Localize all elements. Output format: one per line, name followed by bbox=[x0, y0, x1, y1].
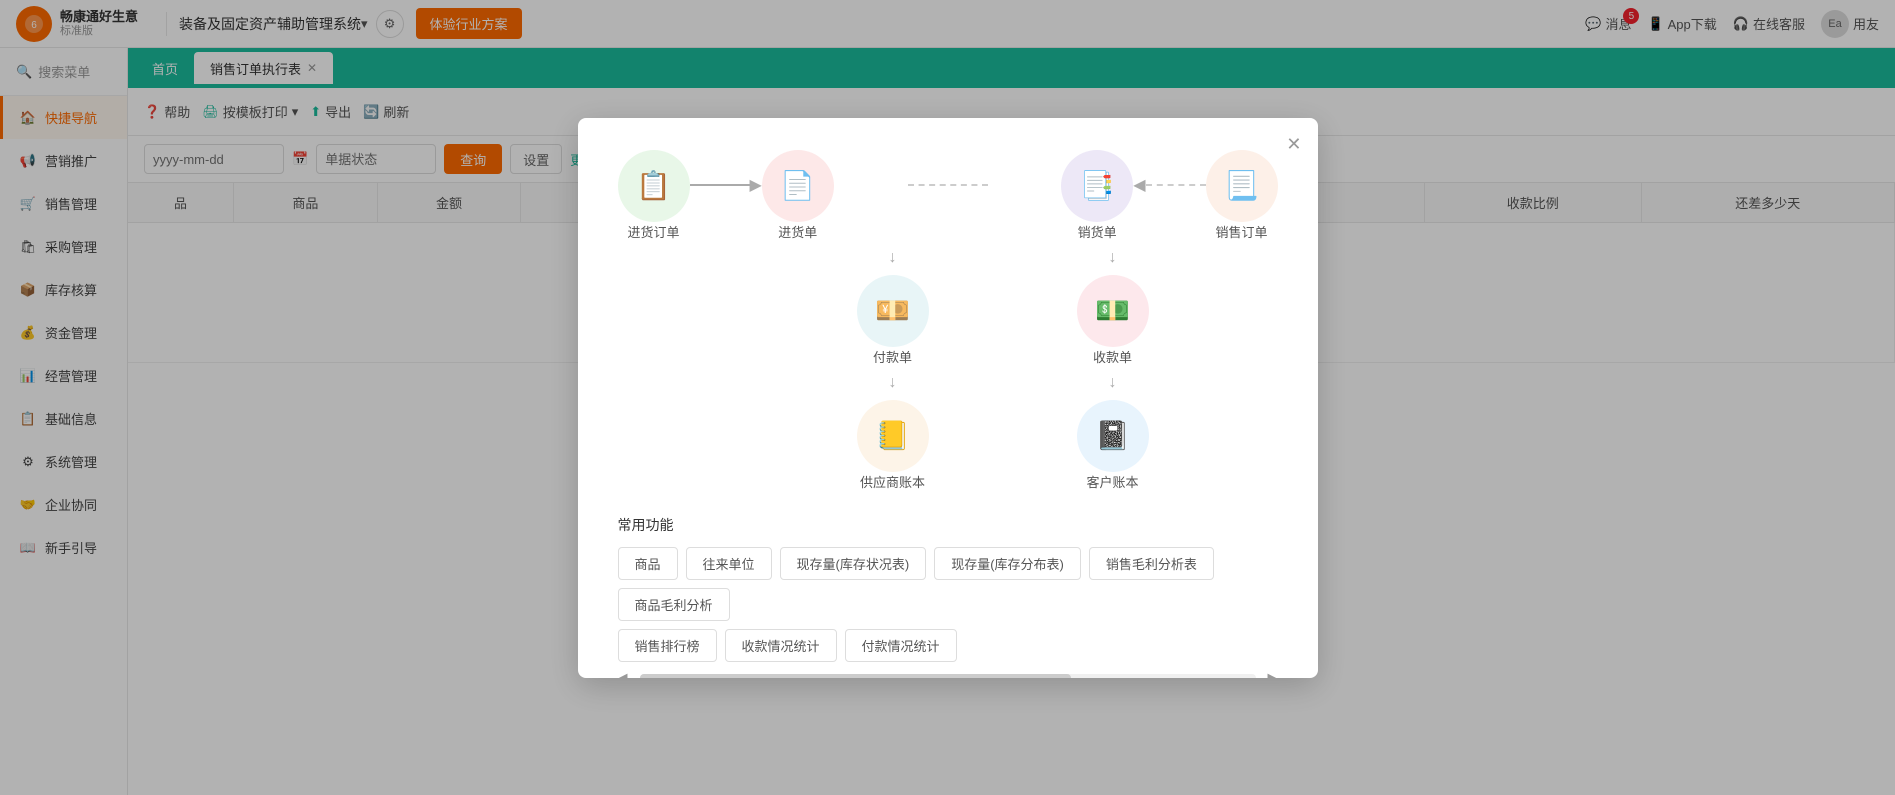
func-btn-sales-rank[interactable]: 销售排行榜 bbox=[618, 629, 717, 662]
purchase-order-icon: 📋 bbox=[618, 150, 690, 222]
receipt-label: 收款单 bbox=[1093, 347, 1132, 366]
common-functions-section: 常用功能 商品 往来单位 现存量(库存状况表) 现存量(库存分布表) 销售毛利分… bbox=[618, 515, 1278, 662]
purchase-bill-label: 进货单 bbox=[778, 222, 817, 241]
modal-box: ✕ 📋 进货订单 ▶ bbox=[578, 118, 1318, 678]
sales-bill-label: 销货单 bbox=[1078, 222, 1117, 241]
flow-diagram: 📋 进货订单 ▶ 📄 进货单 bbox=[618, 150, 1278, 491]
payment-icon: 💴 bbox=[857, 275, 929, 347]
down-arrow-purchase: ↓ bbox=[857, 249, 929, 267]
arrow-row-2: ↓ ↓ bbox=[618, 245, 1278, 271]
sales-order-icon: 📃 bbox=[1206, 150, 1278, 222]
modal-scrollbar[interactable]: ◀ ▶ bbox=[618, 662, 1278, 678]
sales-order-node: 📃 销售订单 bbox=[1206, 150, 1278, 241]
down-arrow-payment: ↓ bbox=[857, 374, 929, 392]
dashed-spacer bbox=[834, 184, 1061, 186]
func-btn-product-profit[interactable]: 商品毛利分析 bbox=[618, 588, 730, 621]
supplier-ledger-icon: 📒 bbox=[857, 400, 929, 472]
row-3: 💴 付款单 💵 收款单 bbox=[618, 275, 1278, 366]
down-arrow-receipt: ↓ bbox=[1077, 374, 1149, 392]
arrow-row-4: ↓ ↓ bbox=[618, 370, 1278, 396]
sales-bill-node: 📑 销货单 bbox=[1061, 150, 1133, 241]
arrow-2: ◀ bbox=[1133, 175, 1205, 195]
func-btn-sales-profit[interactable]: 销售毛利分析表 bbox=[1089, 547, 1214, 580]
customer-ledger-label: 客户账本 bbox=[1086, 472, 1138, 491]
sales-order-label: 销售订单 bbox=[1215, 222, 1267, 241]
purchase-bill-icon: 📄 bbox=[762, 150, 834, 222]
common-functions-title: 常用功能 bbox=[618, 515, 1278, 535]
scrollbar-thumb bbox=[640, 674, 1071, 678]
customer-ledger-icon: 📓 bbox=[1077, 400, 1149, 472]
modal-close-button[interactable]: ✕ bbox=[1286, 134, 1301, 155]
supplier-ledger-node: 📒 供应商账本 bbox=[857, 400, 929, 491]
receipt-node: 💵 收款单 bbox=[1077, 275, 1149, 366]
function-buttons-row-1: 商品 往来单位 现存量(库存状况表) 现存量(库存分布表) 销售毛利分析表 商品… bbox=[618, 547, 1278, 621]
modal-content: 📋 进货订单 ▶ 📄 进货单 bbox=[578, 118, 1318, 678]
function-buttons-row-2: 销售排行榜 收款情况统计 付款情况统计 bbox=[618, 629, 1278, 662]
purchase-order-label: 进货订单 bbox=[627, 222, 679, 241]
down-arrow-sales: ↓ bbox=[1077, 249, 1149, 267]
func-btn-stock-status[interactable]: 现存量(库存状况表) bbox=[780, 547, 927, 580]
func-btn-stock-dist[interactable]: 现存量(库存分布表) bbox=[934, 547, 1081, 580]
scrollbar-track bbox=[640, 674, 1256, 678]
customer-ledger-node: 📓 客户账本 bbox=[1077, 400, 1149, 491]
scroll-right-arrow[interactable]: ▶ bbox=[1268, 670, 1278, 678]
func-btn-receipt-stat[interactable]: 收款情况统计 bbox=[725, 629, 837, 662]
modal-overlay[interactable]: ✕ 📋 进货订单 ▶ bbox=[0, 0, 1895, 795]
scroll-left-arrow[interactable]: ◀ bbox=[618, 670, 628, 678]
supplier-ledger-label: 供应商账本 bbox=[860, 472, 925, 491]
payment-label: 付款单 bbox=[873, 347, 912, 366]
receipt-icon: 💵 bbox=[1077, 275, 1149, 347]
sales-bill-icon: 📑 bbox=[1061, 150, 1133, 222]
arrow-1: ▶ bbox=[690, 175, 762, 195]
purchase-bill-node: 📄 进货单 bbox=[762, 150, 834, 241]
payment-node: 💴 付款单 bbox=[857, 275, 929, 366]
row-5: 📒 供应商账本 📓 客户账本 bbox=[618, 400, 1278, 491]
func-btn-partner[interactable]: 往来单位 bbox=[686, 547, 772, 580]
func-btn-product[interactable]: 商品 bbox=[618, 547, 678, 580]
purchase-order-node: 📋 进货订单 bbox=[618, 150, 690, 241]
func-btn-payment-stat[interactable]: 付款情况统计 bbox=[845, 629, 957, 662]
